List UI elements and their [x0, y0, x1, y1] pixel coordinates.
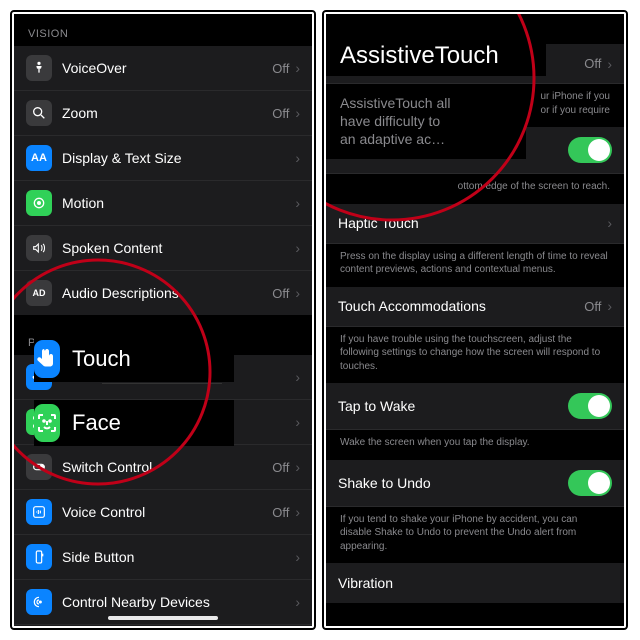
- row-label: Motion: [62, 195, 295, 211]
- voiceover-icon: [26, 55, 52, 81]
- tap-to-wake-toggle[interactable]: [568, 393, 612, 419]
- row-label: Face ID & Attention: [62, 414, 295, 430]
- shake-desc: If you tend to shake your iPhone by acci…: [326, 507, 624, 564]
- zoom-icon: [26, 100, 52, 126]
- chevron-right-icon: ›: [295, 549, 300, 565]
- chevron-right-icon: ›: [607, 298, 612, 314]
- row-label: Spoken Content: [62, 240, 295, 256]
- right-screenshot: Off › ur iPhone if youor if you require …: [322, 10, 628, 630]
- vision-row-audiodesc[interactable]: AD Audio DescriptionsOff ›: [14, 271, 312, 315]
- row-label: Zoom: [62, 105, 272, 121]
- vision-row-display-text[interactable]: AA Display & Text Size›: [14, 136, 312, 181]
- vision-row-motion[interactable]: Motion›: [14, 181, 312, 226]
- chevron-right-icon: ›: [295, 60, 300, 76]
- chevron-right-icon: ›: [295, 195, 300, 211]
- row-label: Display & Text Size: [62, 150, 295, 166]
- chevron-right-icon: ›: [607, 56, 612, 72]
- chevron-right-icon: ›: [295, 369, 300, 385]
- voicectrl-icon: [26, 499, 52, 525]
- spoken-icon: [26, 235, 52, 261]
- physical-row-faceid[interactable]: Face ID & Attention›: [14, 400, 312, 445]
- vision-row-spoken[interactable]: Spoken Content›: [14, 226, 312, 271]
- row-status: Off: [272, 505, 289, 520]
- tap-to-wake-row[interactable]: Tap to Wake: [326, 383, 624, 430]
- chevron-right-icon: ›: [295, 285, 300, 301]
- home-indicator[interactable]: [108, 616, 218, 620]
- sidebtn-icon: [26, 544, 52, 570]
- physical-row-tvremote[interactable]: Apple TV Remote›: [14, 625, 312, 626]
- vision-rows: VoiceOverOff›ZoomOff›AADisplay & Text Si…: [14, 46, 312, 315]
- chevron-right-icon: ›: [295, 105, 300, 121]
- shake-to-undo-toggle[interactable]: [568, 470, 612, 496]
- accom-status: Off: [584, 299, 601, 314]
- shake-to-undo-row[interactable]: Shake to Undo: [326, 460, 624, 507]
- right-screen: Off › ur iPhone if youor if you require …: [326, 14, 624, 626]
- vision-row-zoom[interactable]: ZoomOff ›: [14, 91, 312, 136]
- physical-row-touch[interactable]: Touch›: [14, 355, 312, 400]
- row-label: Voice Control: [62, 504, 272, 520]
- chevron-right-icon: ›: [295, 504, 300, 520]
- accom-desc: If you have trouble using the touchscree…: [326, 327, 624, 384]
- assistivetouch-title: AssistiveTouch: [326, 14, 546, 76]
- row-label: Audio Descriptions: [62, 285, 272, 301]
- assistivetouch-status: Off: [584, 56, 601, 71]
- row-status: Off: [272, 460, 289, 475]
- faceid-icon: [26, 409, 52, 435]
- physical-rows: Touch›Face ID & Attention›Switch Control…: [14, 355, 312, 626]
- left-screenshot: VISION VoiceOverOff›ZoomOff›AADisplay & …: [10, 10, 316, 630]
- display-text-icon: AA: [26, 145, 52, 171]
- physical-section-header: PHYSICAL AND MOTOR: [14, 315, 312, 355]
- row-label: Control Nearby Devices: [62, 594, 295, 610]
- vision-section-header: VISION: [14, 14, 312, 46]
- chevron-right-icon: ›: [607, 215, 612, 231]
- chevron-right-icon: ›: [295, 150, 300, 166]
- chevron-right-icon: ›: [295, 414, 300, 430]
- reachability-toggle[interactable]: [568, 137, 612, 163]
- audiodesc-icon: AD: [26, 280, 52, 306]
- reachability-desc: ottom edge of the screen to reach.: [326, 174, 624, 204]
- haptic-touch-row[interactable]: Haptic Touch ›: [326, 204, 624, 244]
- physical-row-voicectrl[interactable]: Voice ControlOff ›: [14, 490, 312, 535]
- touch-accommodations-row[interactable]: Touch Accommodations Off ›: [326, 287, 624, 327]
- row-status: Off: [272, 106, 289, 121]
- row-label: Switch Control: [62, 459, 272, 475]
- row-status: Off: [272, 61, 289, 76]
- switch-icon: [26, 454, 52, 480]
- vision-row-voiceover[interactable]: VoiceOverOff ›: [14, 46, 312, 91]
- haptic-desc: Press on the display using a different l…: [326, 244, 624, 287]
- chevron-right-icon: ›: [295, 594, 300, 610]
- physical-row-sidebtn[interactable]: Side Button›: [14, 535, 312, 580]
- chevron-right-icon: ›: [295, 459, 300, 475]
- nearby-icon: [26, 589, 52, 615]
- row-label: VoiceOver: [62, 60, 272, 76]
- left-screen: VISION VoiceOverOff›ZoomOff›AADisplay & …: [14, 14, 312, 626]
- touch-icon: [26, 364, 52, 390]
- row-status: Off: [272, 286, 289, 301]
- row-label: Side Button: [62, 549, 295, 565]
- vibration-row[interactable]: Vibration: [326, 563, 624, 603]
- motion-icon: [26, 190, 52, 216]
- tap-desc: Wake the screen when you tap the display…: [326, 430, 624, 460]
- assistivetouch-lead: AssistiveTouch all have difficulty to an…: [326, 90, 526, 159]
- physical-row-switch[interactable]: Switch ControlOff ›: [14, 445, 312, 490]
- chevron-right-icon: ›: [295, 240, 300, 256]
